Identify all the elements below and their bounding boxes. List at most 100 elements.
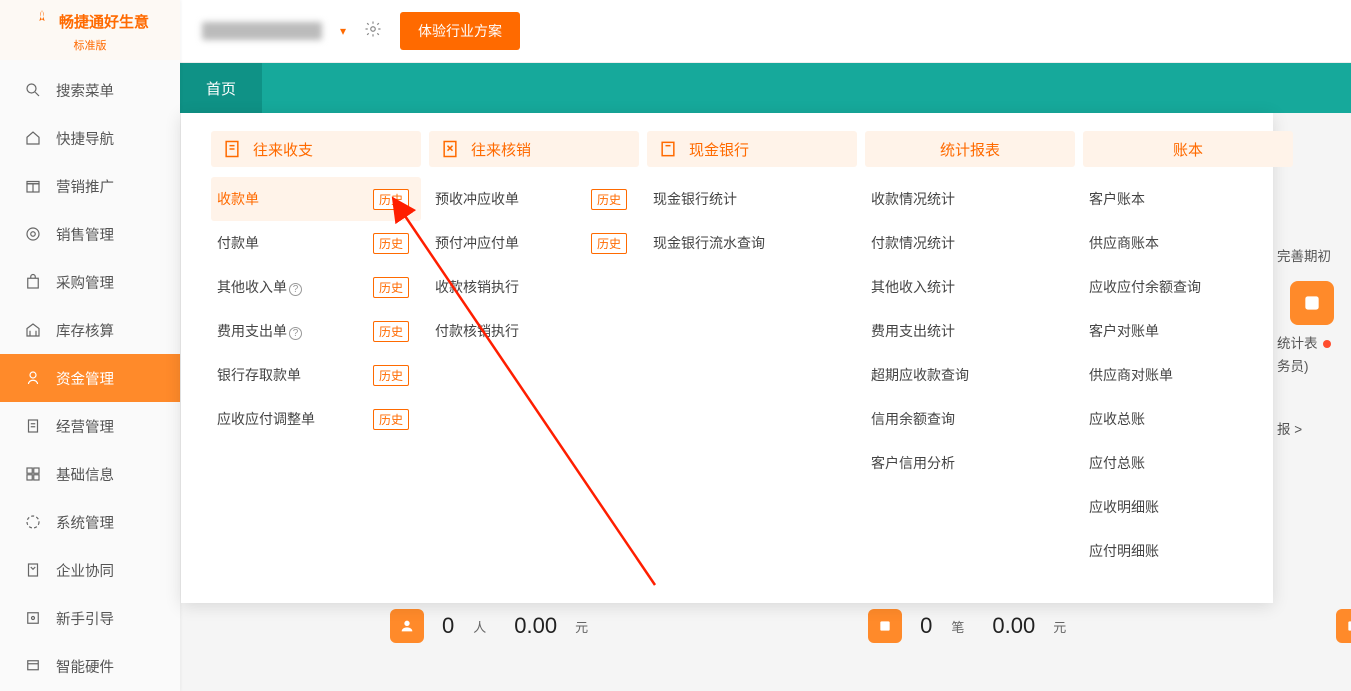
sidebar-item-label: 系统管理 [56, 512, 114, 533]
nav-row: 首页 [180, 63, 1351, 113]
flyout-item[interactable]: 预付冲应付单 历史 [429, 221, 639, 265]
logo-text: 畅捷通好生意 [59, 11, 149, 32]
flyout-item[interactable]: 应收明细账 [1083, 485, 1293, 529]
org-selector[interactable] [202, 22, 322, 40]
sidebar-item-label: 企业协同 [56, 560, 114, 581]
history-badge[interactable]: 历史 [591, 189, 627, 210]
sidebar-item-label: 销售管理 [56, 224, 114, 245]
stat-icon [1336, 609, 1351, 643]
flyout-item-receipt[interactable]: 收款单 历史 [211, 177, 421, 221]
flyout-col-writeoff: 往来核销 预收冲应收单 历史 预付冲应付单 历史 收款核销执行 付款核销执行 [429, 131, 639, 573]
flyout-col-reports: 统计报表 收款情况统计 付款情况统计 其他收入统计 费用支出统计 超期应收款查询… [865, 131, 1075, 573]
sidebar-menu: 搜索菜单 快捷导航 营销推广 销售管理 采购管理 库存核算 [0, 60, 180, 690]
bag-icon [24, 273, 42, 291]
flyout-item[interactable]: 费用支出统计 [865, 309, 1075, 353]
sidebar-item-inventory[interactable]: 库存核算 [0, 306, 180, 354]
gift-icon [24, 177, 42, 195]
sidebar-item-label: 新手引导 [56, 608, 114, 629]
funds-flyout: 往来收支 收款单 历史 付款单 历史 其他收入单? 历史 费用支出单? 历史 [181, 113, 1273, 603]
stat-block-1: 0人 0.00元 [390, 609, 588, 643]
flyout-item[interactable]: 信用余额查询 [865, 397, 1075, 441]
sidebar-item-purchase[interactable]: 采购管理 [0, 258, 180, 306]
cta-button[interactable]: 体验行业方案 [400, 12, 520, 50]
history-badge[interactable]: 历史 [373, 189, 409, 210]
sidebar-item-marketing[interactable]: 营销推广 [0, 162, 180, 210]
flyout-item[interactable]: 客户信用分析 [865, 441, 1075, 485]
sidebar-item-label: 库存核算 [56, 320, 114, 341]
sidebar-item-label: 智能硬件 [56, 656, 114, 677]
home-icon [24, 129, 42, 147]
sidebar-item-label: 营销推广 [56, 176, 114, 197]
stat-block-3: 0笔 0.00元 [1336, 609, 1351, 643]
flyout-item[interactable]: 现金银行统计 [647, 177, 857, 221]
flyout-item[interactable]: 收款核销执行 [429, 265, 639, 309]
gear-icon[interactable] [364, 20, 382, 43]
chevron-down-icon[interactable]: ▾ [340, 24, 346, 38]
flyout-item[interactable]: 客户账本 [1083, 177, 1293, 221]
doc-icon [24, 561, 42, 579]
sidebar-item-collab[interactable]: 企业协同 [0, 546, 180, 594]
device-icon [24, 657, 42, 675]
invoice-icon [439, 138, 461, 160]
help-icon[interactable]: ? [289, 283, 302, 296]
flyout-item[interactable]: 超期应收款查询 [865, 353, 1075, 397]
flyout-item[interactable]: 应付明细账 [1083, 529, 1293, 573]
history-badge[interactable]: 历史 [591, 233, 627, 254]
flyout-item-expense[interactable]: 费用支出单? 历史 [211, 309, 421, 353]
flyout-item[interactable]: 客户对账单 [1083, 309, 1293, 353]
flyout-item[interactable]: 应付总账 [1083, 441, 1293, 485]
flyout-item-other-income[interactable]: 其他收入单? 历史 [211, 265, 421, 309]
flyout-heading: 统计报表 [865, 131, 1075, 167]
sidebar-item-hardware[interactable]: 智能硬件 [0, 642, 180, 690]
sidebar-item-funds[interactable]: 资金管理 [0, 354, 180, 402]
sidebar-item-label: 采购管理 [56, 272, 114, 293]
bank-icon [657, 138, 679, 160]
history-badge[interactable]: 历史 [373, 365, 409, 386]
history-badge[interactable]: 历史 [373, 277, 409, 298]
stat-block-2: 0笔 0.00元 [868, 609, 1066, 643]
flyout-item[interactable]: 付款核销执行 [429, 309, 639, 353]
flyout-col-cashbank: 现金银行 现金银行统计 现金银行流水查询 [647, 131, 857, 573]
sidebar-item-label: 资金管理 [56, 368, 114, 389]
sidebar: 畅捷通好生意 标准版 搜索菜单 快捷导航 营销推广 销售管理 [0, 0, 180, 691]
sidebar-item-business[interactable]: 经营管理 [0, 402, 180, 450]
stat-num: 0 [920, 613, 932, 639]
peek-chip-icon [1290, 281, 1334, 325]
sidebar-item-quicknav[interactable]: 快捷导航 [0, 114, 180, 162]
star-icon [24, 609, 42, 627]
help-icon[interactable]: ? [289, 327, 302, 340]
history-badge[interactable]: 历史 [373, 409, 409, 430]
flyout-item[interactable]: 供应商账本 [1083, 221, 1293, 265]
flyout-item[interactable]: 应收应付余额查询 [1083, 265, 1293, 309]
logo-block: 畅捷通好生意 标准版 [0, 0, 180, 60]
sidebar-item-newbie[interactable]: 新手引导 [0, 594, 180, 642]
sidebar-item-system[interactable]: 系统管理 [0, 498, 180, 546]
search-icon [24, 81, 42, 99]
flyout-col-income: 往来收支 收款单 历史 付款单 历史 其他收入单? 历史 费用支出单? 历史 [211, 131, 421, 573]
sidebar-item-label: 快捷导航 [56, 128, 114, 149]
flyout-item[interactable]: 预收冲应收单 历史 [429, 177, 639, 221]
history-badge[interactable]: 历史 [373, 321, 409, 342]
flyout-item[interactable]: 其他收入统计 [865, 265, 1075, 309]
flyout-item[interactable]: 收款情况统计 [865, 177, 1075, 221]
flyout-item-payment[interactable]: 付款单 历史 [211, 221, 421, 265]
sidebar-item-basicinfo[interactable]: 基础信息 [0, 450, 180, 498]
topbar: ▾ 体验行业方案 [180, 0, 1351, 63]
circle-arrows-icon [24, 513, 42, 531]
flyout-item-bank-deposit[interactable]: 银行存取款单 历史 [211, 353, 421, 397]
sidebar-item-sales[interactable]: 销售管理 [0, 210, 180, 258]
flyout-heading: 账本 [1083, 131, 1293, 167]
flyout-heading: 往来核销 [429, 131, 639, 167]
flyout-item-adjust[interactable]: 应收应付调整单 历史 [211, 397, 421, 441]
sidebar-item-label: 经营管理 [56, 416, 114, 437]
sales-icon [24, 225, 42, 243]
flyout-item[interactable]: 现金银行流水查询 [647, 221, 857, 265]
tab-home[interactable]: 首页 [180, 63, 262, 113]
history-badge[interactable]: 历史 [373, 233, 409, 254]
stat-amt: 0.00 [514, 613, 557, 639]
flyout-heading: 现金银行 [647, 131, 857, 167]
flyout-item[interactable]: 应收总账 [1083, 397, 1293, 441]
sidebar-item-search[interactable]: 搜索菜单 [0, 66, 180, 114]
flyout-item[interactable]: 供应商对账单 [1083, 353, 1293, 397]
flyout-item[interactable]: 付款情况统计 [865, 221, 1075, 265]
